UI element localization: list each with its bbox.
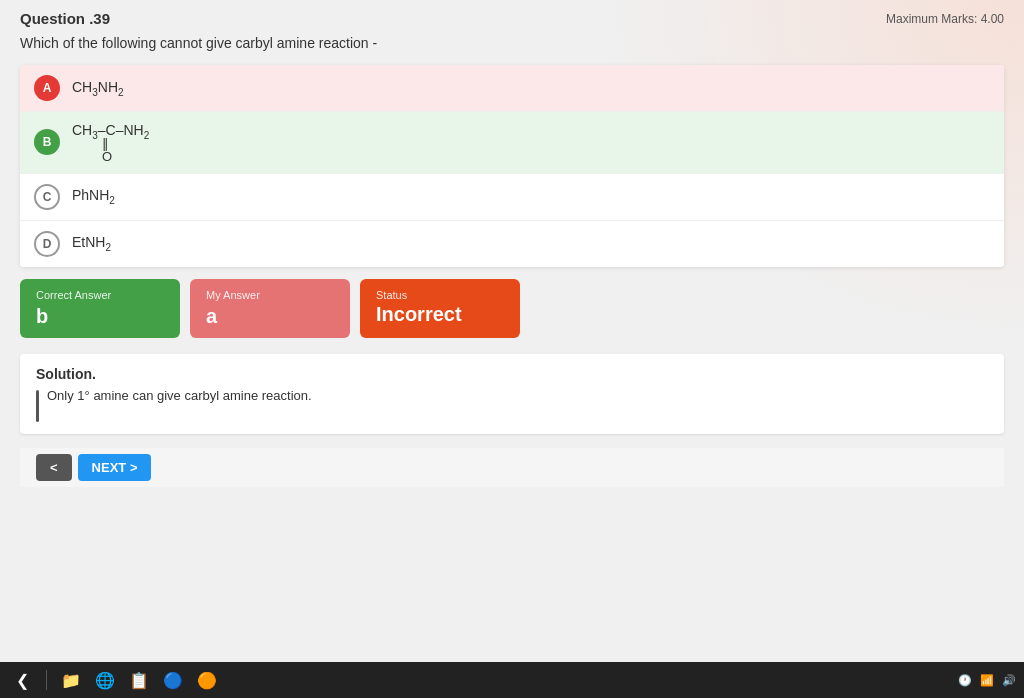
option-a[interactable]: A CH3NH2 (20, 65, 1004, 112)
next-button[interactable]: NEXT > (78, 454, 152, 481)
taskbar-app2[interactable]: 🟠 (193, 666, 221, 694)
option-c-badge: C (34, 184, 60, 210)
correct-answer-box: Correct Answer b (20, 279, 180, 338)
next-label: NEXT (92, 460, 127, 475)
main-content: Question .39 Maximum Marks: 4.00 Which o… (0, 0, 1024, 497)
taskbar-browser[interactable]: 🌐 (91, 666, 119, 694)
solution-bar-line (36, 390, 39, 422)
taskbar-folder[interactable]: 📁 (57, 666, 85, 694)
next-arrow: > (130, 460, 138, 475)
option-a-badge: A (34, 75, 60, 101)
question-number: Question .39 (20, 10, 110, 27)
answer-boxes: Correct Answer b My Answer a Status Inco… (20, 279, 1004, 338)
option-b-badge: B (34, 129, 60, 155)
solution-bar: Only 1° amine can give carbyl amine reac… (36, 388, 988, 422)
option-b-structure: CH3–C–NH2 (72, 122, 149, 141)
taskbar-clock: 🕐 (958, 674, 972, 687)
bottom-nav: < NEXT > (20, 448, 1004, 487)
option-c[interactable]: C PhNH2 (20, 174, 1004, 221)
option-b-content: CH3–C–NH2 ‖O (72, 122, 149, 163)
my-answer-box: My Answer a (190, 279, 350, 338)
option-a-content: CH3NH2 (72, 79, 124, 98)
taskbar-right: 🕐 📶 🔊 (958, 674, 1016, 687)
taskbar-back[interactable]: ❮ (8, 666, 36, 694)
my-answer-label: My Answer (206, 289, 334, 301)
page-container: Question .39 Maximum Marks: 4.00 Which o… (0, 0, 1024, 698)
taskbar-sound: 🔊 (1002, 674, 1016, 687)
option-d-content: EtNH2 (72, 234, 111, 253)
solution-container: Solution. Only 1° amine can give carbyl … (20, 354, 1004, 434)
solution-text: Only 1° amine can give carbyl amine reac… (47, 388, 312, 403)
taskbar-app1[interactable]: 🔵 (159, 666, 187, 694)
option-c-content: PhNH2 (72, 187, 115, 206)
options-container: A CH3NH2 B CH3–C–NH2 ‖O C (20, 65, 1004, 267)
correct-answer-value: b (36, 305, 164, 328)
taskbar-wifi: 📶 (980, 674, 994, 687)
option-b[interactable]: B CH3–C–NH2 ‖O (20, 112, 1004, 174)
status-label: Status (376, 289, 504, 301)
correct-answer-label: Correct Answer (36, 289, 164, 301)
max-marks: Maximum Marks: 4.00 (886, 12, 1004, 26)
solution-title: Solution. (36, 366, 988, 382)
taskbar-clipboard[interactable]: 📋 (125, 666, 153, 694)
header-row: Question .39 Maximum Marks: 4.00 (20, 10, 1004, 27)
question-text: Which of the following cannot give carby… (20, 35, 1004, 51)
back-button[interactable]: < (36, 454, 72, 481)
option-d-badge: D (34, 231, 60, 257)
taskbar: ❮ 📁 🌐 📋 🔵 🟠 🕐 📶 🔊 (0, 662, 1024, 698)
option-d[interactable]: D EtNH2 (20, 221, 1004, 267)
status-box: Status Incorrect (360, 279, 520, 338)
status-value: Incorrect (376, 303, 504, 326)
taskbar-sep-1 (46, 670, 47, 690)
my-answer-value: a (206, 305, 334, 328)
